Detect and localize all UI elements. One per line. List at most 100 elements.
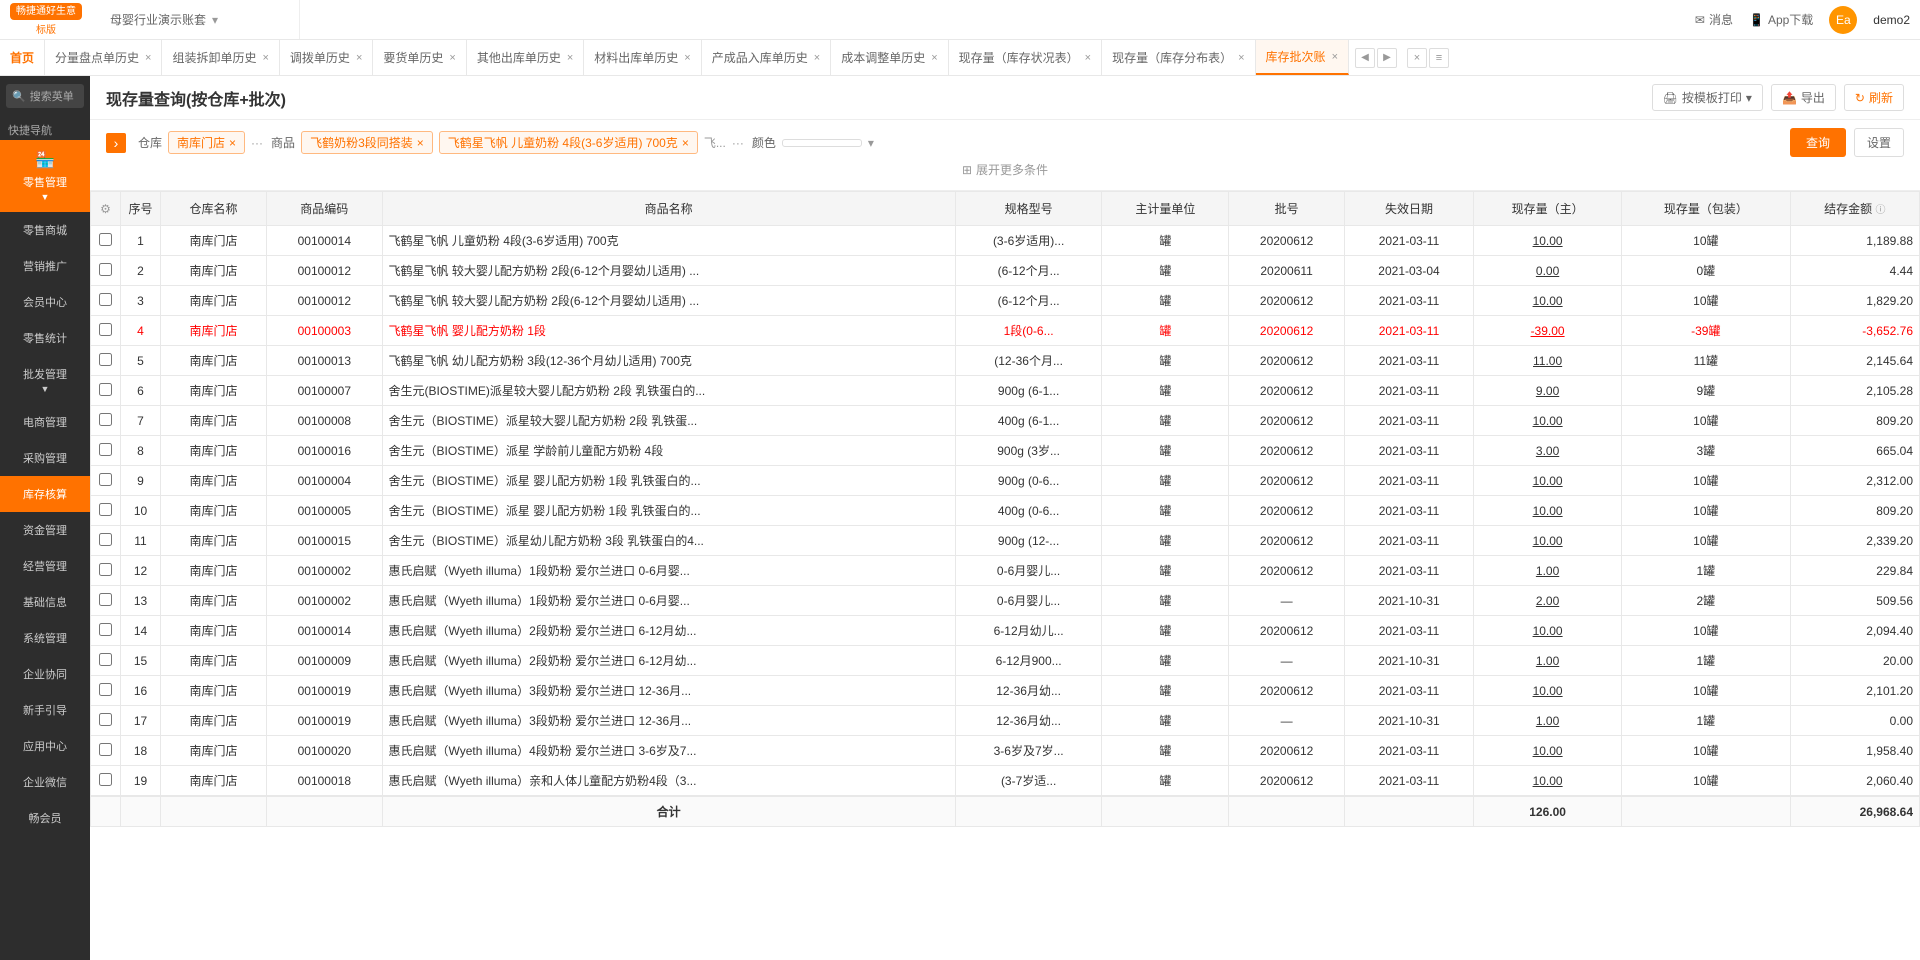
cell-checkbox[interactable]: [91, 466, 121, 496]
cell-checkbox[interactable]: [91, 376, 121, 406]
sidebar-item-finance[interactable]: 资金管理: [0, 512, 90, 548]
product-tag-2-close[interactable]: ×: [682, 136, 689, 150]
tab-dismantle[interactable]: 组装拆卸单历史 ×: [162, 40, 279, 75]
cell-stock-main[interactable]: 2.00: [1474, 586, 1622, 616]
product-tag-1-close[interactable]: ×: [417, 136, 424, 150]
sidebar-item-enterprise-collab[interactable]: 企业协同: [0, 656, 90, 692]
cell-stock-main[interactable]: 10.00: [1474, 616, 1622, 646]
app-download-btn[interactable]: 📱 App下载: [1749, 11, 1813, 28]
cell-checkbox[interactable]: [91, 646, 121, 676]
cell-checkbox[interactable]: [91, 736, 121, 766]
row-checkbox[interactable]: [99, 683, 112, 696]
close-icon[interactable]: ×: [814, 52, 820, 64]
product-more[interactable]: 飞...: [704, 134, 726, 151]
sidebar-item-enterprise-wechat[interactable]: 企业微信: [0, 764, 90, 800]
row-checkbox[interactable]: [99, 503, 112, 516]
cell-stock-main[interactable]: 10.00: [1474, 226, 1622, 256]
cell-checkbox[interactable]: [91, 766, 121, 797]
sidebar-item-retail-shop[interactable]: 零售商城: [0, 212, 90, 248]
sidebar-item-marketing[interactable]: 营销推广: [0, 248, 90, 284]
row-checkbox[interactable]: [99, 473, 112, 486]
cell-stock-main[interactable]: 3.00: [1474, 436, 1622, 466]
close-icon[interactable]: ×: [1085, 52, 1091, 64]
cell-checkbox[interactable]: [91, 526, 121, 556]
row-checkbox[interactable]: [99, 623, 112, 636]
close-icon[interactable]: ×: [1332, 51, 1338, 63]
tab-product-in[interactable]: 产成品入库单历史 ×: [702, 40, 831, 75]
sidebar-item-inventory[interactable]: 库存核算: [0, 476, 90, 512]
product-ellipsis[interactable]: ···: [732, 136, 744, 150]
export-btn[interactable]: 📤 导出: [1771, 84, 1836, 111]
cell-checkbox[interactable]: [91, 406, 121, 436]
row-checkbox[interactable]: [99, 323, 112, 336]
row-checkbox[interactable]: [99, 713, 112, 726]
row-checkbox[interactable]: [99, 263, 112, 276]
close-icon[interactable]: ×: [449, 52, 455, 64]
cell-checkbox[interactable]: [91, 226, 121, 256]
sidebar-item-purchase[interactable]: 采购管理: [0, 440, 90, 476]
close-icon[interactable]: ×: [145, 52, 151, 64]
close-icon[interactable]: ×: [1238, 52, 1244, 64]
cell-stock-main[interactable]: 10.00: [1474, 676, 1622, 706]
cell-stock-main[interactable]: 10.00: [1474, 526, 1622, 556]
tab-material-out[interactable]: 材料出库单历史 ×: [584, 40, 701, 75]
sidebar-item-retail-stats[interactable]: 零售统计: [0, 320, 90, 356]
row-checkbox[interactable]: [99, 743, 112, 756]
close-icon[interactable]: ×: [262, 52, 268, 64]
sidebar-item-member-card[interactable]: 畅会员: [0, 800, 90, 836]
tab-inventory-status[interactable]: 现存量（库存状况表） ×: [949, 40, 1102, 75]
cell-stock-main[interactable]: 10.00: [1474, 466, 1622, 496]
cell-checkbox[interactable]: [91, 436, 121, 466]
cell-checkbox[interactable]: [91, 676, 121, 706]
sidebar-item-ecommerce[interactable]: 电商管理: [0, 404, 90, 440]
query-btn[interactable]: 查询: [1790, 128, 1846, 157]
row-checkbox[interactable]: [99, 233, 112, 246]
tab-home[interactable]: 首页: [0, 40, 45, 75]
cell-stock-main[interactable]: 10.00: [1474, 406, 1622, 436]
row-checkbox[interactable]: [99, 773, 112, 786]
cell-stock-main[interactable]: 9.00: [1474, 376, 1622, 406]
tab-inventory-dist[interactable]: 现存量（库存分布表） ×: [1102, 40, 1255, 75]
sidebar-item-wholesale[interactable]: 批发管理 ▼: [0, 356, 90, 404]
sidebar-item-operations[interactable]: 经营管理: [0, 548, 90, 584]
cell-checkbox[interactable]: [91, 286, 121, 316]
tab-batch-ledger[interactable]: 库存批次账 ×: [1256, 40, 1349, 75]
close-icon[interactable]: ×: [684, 52, 690, 64]
row-checkbox[interactable]: [99, 563, 112, 576]
cell-stock-main[interactable]: 11.00: [1474, 346, 1622, 376]
print-btn[interactable]: 🖨 按模板打印 ▾: [1652, 84, 1763, 111]
row-checkbox[interactable]: [99, 293, 112, 306]
cell-stock-main[interactable]: 10.00: [1474, 766, 1622, 797]
row-checkbox[interactable]: [99, 443, 112, 456]
cell-checkbox[interactable]: [91, 556, 121, 586]
cell-stock-main[interactable]: 0.00: [1474, 256, 1622, 286]
color-dropdown-icon[interactable]: ▾: [868, 136, 874, 150]
cell-stock-main[interactable]: 10.00: [1474, 496, 1622, 526]
cell-checkbox[interactable]: [91, 256, 121, 286]
cell-stock-main[interactable]: 10.00: [1474, 286, 1622, 316]
row-checkbox[interactable]: [99, 653, 112, 666]
tab-mix[interactable]: 调拨单历史 ×: [280, 40, 373, 75]
close-icon[interactable]: ×: [356, 52, 362, 64]
color-input[interactable]: [782, 139, 862, 147]
nav-next-btn[interactable]: ▶: [1377, 48, 1397, 68]
sidebar-item-member[interactable]: 会员中心: [0, 284, 90, 320]
nav-menu-btn[interactable]: ≡: [1429, 48, 1449, 68]
warehouse-tag-close[interactable]: ×: [229, 136, 236, 150]
cell-stock-main[interactable]: 1.00: [1474, 556, 1622, 586]
tab-order[interactable]: 要货单历史 ×: [373, 40, 466, 75]
warehouse-more-icon[interactable]: ···: [251, 136, 263, 150]
close-icon[interactable]: ×: [567, 52, 573, 64]
cell-checkbox[interactable]: [91, 496, 121, 526]
tab-split-count[interactable]: 分量盘点单历史 ×: [45, 40, 162, 75]
sidebar-item-system[interactable]: 系统管理: [0, 620, 90, 656]
cell-checkbox[interactable]: [91, 586, 121, 616]
tab-cost-adjust[interactable]: 成本调整单历史 ×: [831, 40, 948, 75]
info-icon[interactable]: ⓘ: [1876, 205, 1886, 216]
row-checkbox[interactable]: [99, 383, 112, 396]
nav-close-btn[interactable]: ×: [1407, 48, 1427, 68]
search-box[interactable]: 🔍 搜索英单: [6, 84, 84, 108]
sidebar-item-new-guide[interactable]: 新手引导: [0, 692, 90, 728]
message-btn[interactable]: ✉ 消息: [1695, 11, 1733, 28]
tab-other-out[interactable]: 其他出库单历史 ×: [467, 40, 584, 75]
